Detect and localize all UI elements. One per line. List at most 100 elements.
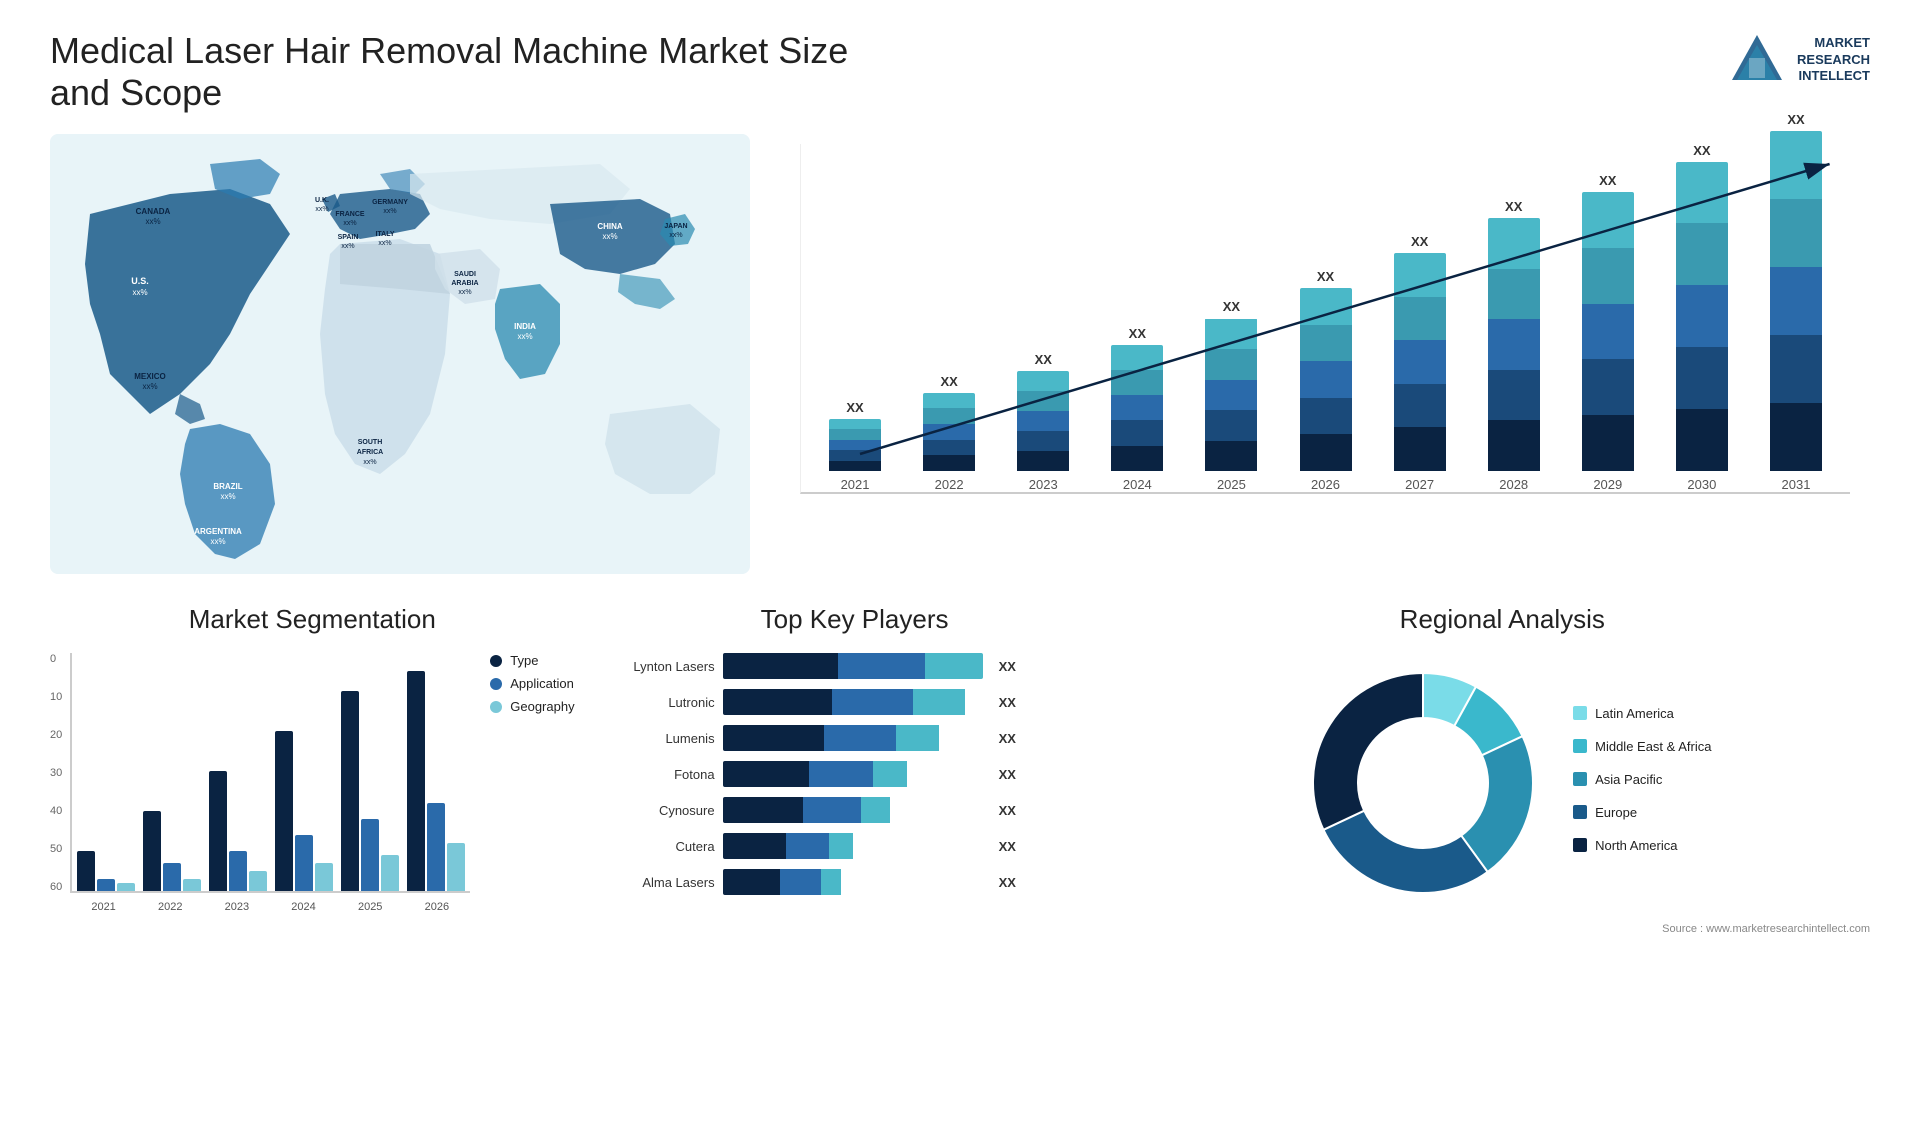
seg-bar-group [77, 653, 135, 891]
bar-stack [1300, 288, 1352, 471]
player-row: Lynton LasersXX [605, 653, 1105, 679]
bar-group: XX2027 [1376, 234, 1464, 492]
bar-group: XX2028 [1470, 199, 1558, 492]
seg-chart [70, 653, 470, 893]
bar-group: XX2024 [1093, 326, 1181, 492]
bar-group: XX2030 [1658, 143, 1746, 492]
svg-text:SAUDI: SAUDI [454, 271, 476, 278]
logo-icon [1727, 30, 1787, 90]
top-section: CANADA xx% U.S. xx% MEXICO xx% BRAZIL xx… [50, 134, 1870, 574]
bar-groups: XX2021XX2022XX2023XX2024XX2025XX2026XX20… [800, 144, 1850, 494]
regional-section: Regional Analysis Latin AmericaMiddle Ea… [1135, 604, 1870, 1024]
source-text: Source : www.marketresearchintellect.com [1135, 923, 1870, 935]
svg-text:JAPAN: JAPAN [664, 223, 687, 230]
bar-stack [1017, 371, 1069, 471]
svg-text:INDIA: INDIA [514, 322, 536, 331]
svg-text:SPAIN: SPAIN [338, 234, 359, 241]
svg-text:xx%: xx% [343, 220, 356, 227]
svg-text:U.K.: U.K. [315, 197, 329, 204]
donut-legend-item: Europe [1573, 805, 1711, 820]
donut-legend: Latin AmericaMiddle East & AfricaAsia Pa… [1573, 706, 1711, 861]
donut-legend-item: North America [1573, 838, 1711, 853]
bar-stack [1770, 131, 1822, 471]
bar-stack [1111, 345, 1163, 471]
svg-text:xx%: xx% [220, 492, 235, 501]
player-name: Lumenis [605, 731, 715, 746]
key-players-section: Top Key Players Lynton LasersXXLutronicX… [605, 604, 1105, 1024]
player-name: Cutera [605, 839, 715, 854]
svg-text:xx%: xx% [341, 243, 354, 250]
player-bar-track [723, 761, 983, 787]
svg-text:ITALY: ITALY [375, 231, 394, 238]
svg-text:xx%: xx% [669, 232, 682, 239]
player-row: CynosureXX [605, 797, 1105, 823]
player-row: CuteraXX [605, 833, 1105, 859]
legend-application: Application [490, 676, 574, 691]
svg-text:xx%: xx% [315, 206, 328, 213]
market-bar-chart: XX2021XX2022XX2023XX2024XX2025XX2026XX20… [780, 134, 1870, 574]
bar-group: XX2023 [999, 352, 1087, 492]
bar-stack [923, 393, 975, 471]
svg-text:CANADA: CANADA [136, 207, 171, 216]
svg-text:MEXICO: MEXICO [134, 372, 166, 381]
player-row: Alma LasersXX [605, 869, 1105, 895]
svg-text:FRANCE: FRANCE [335, 211, 364, 218]
player-row: LutronicXX [605, 689, 1105, 715]
segmentation-section: Market Segmentation 60 50 40 30 20 10 0 … [50, 604, 575, 1024]
svg-text:xx%: xx% [378, 240, 391, 247]
svg-text:BRAZIL: BRAZIL [213, 482, 242, 491]
seg-legend: Type Application Geography [490, 653, 574, 714]
player-name: Lynton Lasers [605, 659, 715, 674]
page-title: Medical Laser Hair Removal Machine Marke… [50, 30, 850, 114]
bar-stack [1676, 162, 1728, 471]
svg-text:SOUTH: SOUTH [358, 439, 383, 446]
bottom-section: Market Segmentation 60 50 40 30 20 10 0 … [50, 604, 1870, 1024]
player-bar-track [723, 689, 983, 715]
legend-geography: Geography [490, 699, 574, 714]
player-bar-track [723, 725, 983, 751]
bar-stack [1488, 218, 1540, 471]
svg-text:U.S.: U.S. [131, 276, 149, 286]
logo: MARKET RESEARCH INTELLECT [1727, 30, 1870, 90]
svg-text:xx%: xx% [383, 208, 396, 215]
regional-title: Regional Analysis [1135, 604, 1870, 635]
legend-dot-application [490, 678, 502, 690]
svg-text:GERMANY: GERMANY [372, 199, 408, 206]
seg-bar-group [143, 653, 201, 891]
player-bar-track [723, 869, 983, 895]
world-map: CANADA xx% U.S. xx% MEXICO xx% BRAZIL xx… [50, 134, 750, 574]
donut-chart [1293, 653, 1553, 913]
player-row: LumenisXX [605, 725, 1105, 751]
bar-group: XX2031 [1752, 112, 1840, 492]
player-row: FotonaXX [605, 761, 1105, 787]
bar-group: XX2022 [905, 374, 993, 492]
svg-text:AFRICA: AFRICA [357, 449, 383, 456]
player-list: Lynton LasersXX LutronicXX LumenisXX Fotona… [605, 653, 1105, 895]
svg-text:xx%: xx% [517, 332, 532, 341]
player-name: Fotona [605, 767, 715, 782]
player-bar-track [723, 653, 983, 679]
donut-legend-item: Latin America [1573, 706, 1711, 721]
seg-y-axis: 60 50 40 30 20 10 0 [50, 653, 70, 893]
svg-text:xx%: xx% [458, 289, 471, 296]
seg-bars-area: 2021 2022 2023 2024 2025 2026 [70, 653, 470, 913]
donut-legend-item: Asia Pacific [1573, 772, 1711, 787]
player-name: Lutronic [605, 695, 715, 710]
seg-bar-group [209, 653, 267, 891]
bar-group: XX2025 [1187, 299, 1275, 492]
seg-bar-group [407, 653, 465, 891]
logo-text: MARKET RESEARCH INTELLECT [1797, 35, 1870, 86]
svg-text:xx%: xx% [210, 537, 225, 546]
bar-stack [1394, 253, 1446, 471]
bar-stack [829, 419, 881, 471]
map-svg: CANADA xx% U.S. xx% MEXICO xx% BRAZIL xx… [50, 134, 750, 574]
legend-dot-geography [490, 701, 502, 713]
svg-text:xx%: xx% [363, 459, 376, 466]
seg-year-labels: 2021 2022 2023 2024 2025 2026 [70, 901, 470, 913]
seg-bar-group [341, 653, 399, 891]
page-header: Medical Laser Hair Removal Machine Marke… [50, 30, 1870, 114]
bar-group: XX2021 [811, 400, 899, 492]
bar-stack [1205, 318, 1257, 471]
legend-type: Type [490, 653, 574, 668]
svg-text:ARGENTINA: ARGENTINA [194, 527, 242, 536]
